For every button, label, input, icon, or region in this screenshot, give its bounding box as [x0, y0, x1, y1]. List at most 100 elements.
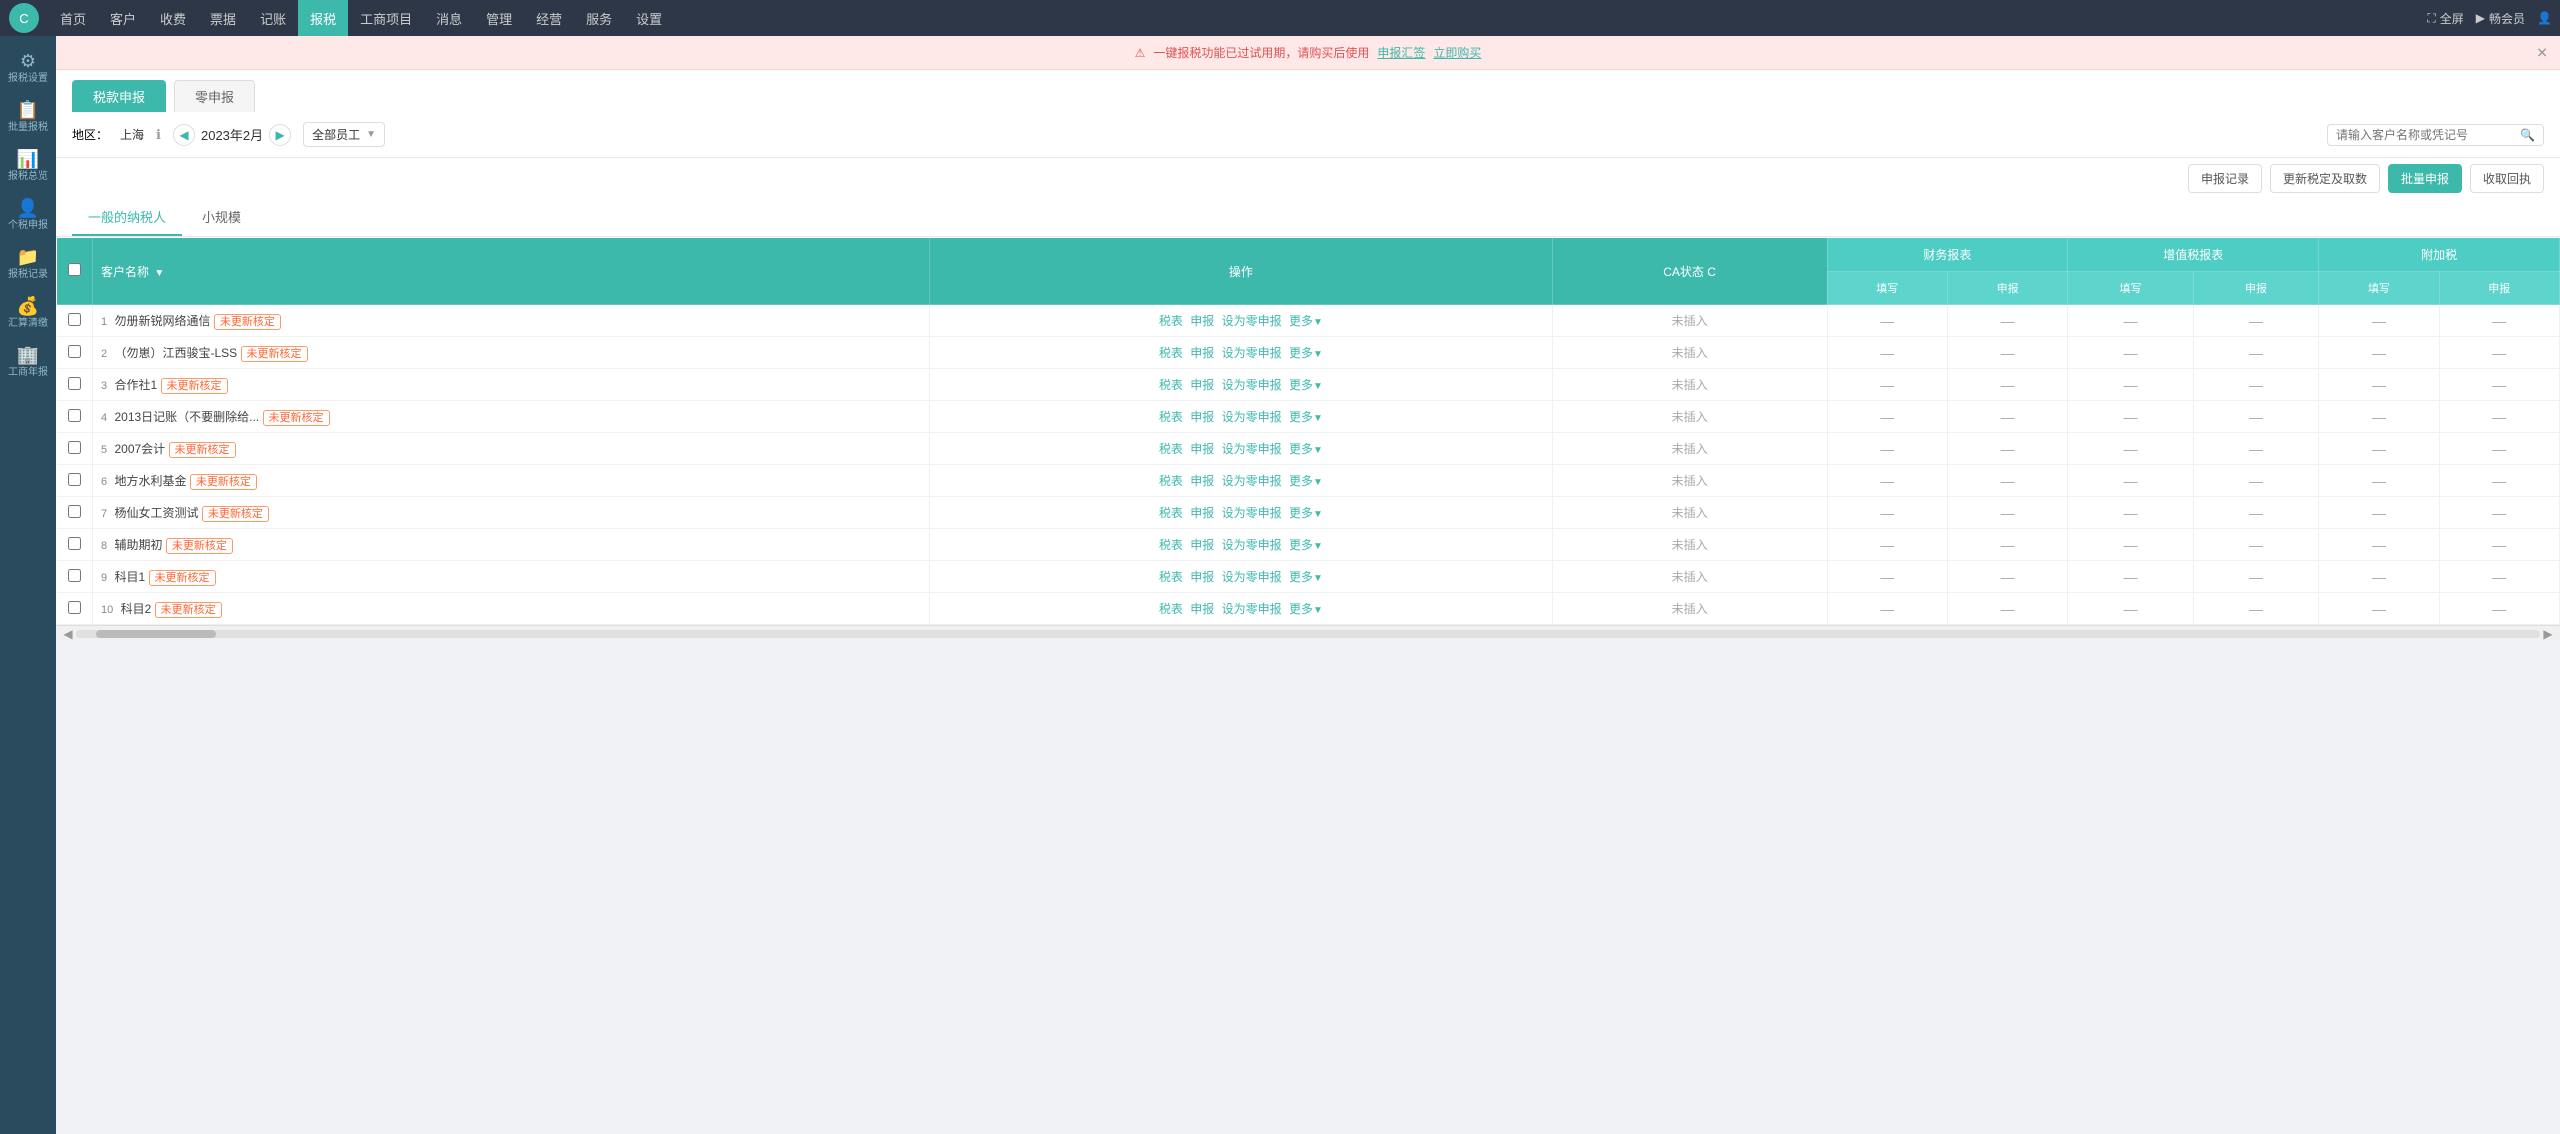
- op-tax-form[interactable]: 税表: [1159, 314, 1183, 328]
- nav-billing[interactable]: 收费: [148, 0, 198, 36]
- sidebar-item-batch-tax[interactable]: 📋 批量报税: [0, 93, 56, 142]
- op-tax-form[interactable]: 税表: [1159, 602, 1183, 616]
- scroll-left-btn[interactable]: ◀: [60, 627, 76, 641]
- op-submit[interactable]: 申报: [1190, 474, 1214, 488]
- nav-management[interactable]: 管理: [474, 0, 524, 36]
- info-icon[interactable]: ℹ: [156, 127, 161, 143]
- nav-message[interactable]: 消息: [424, 0, 474, 36]
- op-submit[interactable]: 申报: [1190, 538, 1214, 552]
- tab-small-scale[interactable]: 小规模: [186, 199, 257, 236]
- row-checkbox-6[interactable]: [68, 505, 81, 518]
- op-set-zero[interactable]: 设为零申报: [1222, 474, 1282, 488]
- horizontal-scrollbar[interactable]: ◀ ▶: [56, 625, 2560, 641]
- op-more[interactable]: 更多▼: [1289, 346, 1323, 360]
- fullscreen-btn[interactable]: ⛶ 全屏: [2427, 10, 2463, 27]
- op-set-zero[interactable]: 设为零申报: [1222, 346, 1282, 360]
- declaration-records-btn[interactable]: 申报记录: [2188, 164, 2262, 193]
- collect-receipt-btn[interactable]: 收取回执: [2470, 164, 2544, 193]
- row-checkbox-8[interactable]: [68, 569, 81, 582]
- status-badge[interactable]: 未更新核定: [161, 378, 228, 394]
- op-tax-form[interactable]: 税表: [1159, 378, 1183, 392]
- status-badge[interactable]: 未更新核定: [241, 346, 308, 362]
- date-prev-btn[interactable]: ◀: [173, 124, 195, 146]
- nav-client[interactable]: 客户: [98, 0, 148, 36]
- scroll-right-btn[interactable]: ▶: [2540, 627, 2556, 641]
- op-set-zero[interactable]: 设为零申报: [1222, 538, 1282, 552]
- op-tax-form[interactable]: 税表: [1159, 474, 1183, 488]
- op-submit[interactable]: 申报: [1190, 346, 1214, 360]
- op-set-zero[interactable]: 设为零申报: [1222, 506, 1282, 520]
- op-tax-form[interactable]: 税表: [1159, 538, 1183, 552]
- op-submit[interactable]: 申报: [1190, 602, 1214, 616]
- op-set-zero[interactable]: 设为零申报: [1222, 442, 1282, 456]
- status-badge[interactable]: 未更新核定: [190, 474, 257, 490]
- op-tax-form[interactable]: 税表: [1159, 570, 1183, 584]
- op-more[interactable]: 更多▼: [1289, 442, 1323, 456]
- scroll-thumb[interactable]: [96, 630, 216, 638]
- op-submit[interactable]: 申报: [1190, 314, 1214, 328]
- op-submit[interactable]: 申报: [1190, 410, 1214, 424]
- op-tax-form[interactable]: 税表: [1159, 506, 1183, 520]
- nav-business[interactable]: 工商项目: [348, 0, 424, 36]
- status-badge[interactable]: 未更新核定: [202, 506, 269, 522]
- op-submit[interactable]: 申报: [1190, 506, 1214, 520]
- nav-tax[interactable]: 报税: [298, 0, 348, 36]
- status-badge[interactable]: 未更新核定: [263, 410, 330, 426]
- staff-selector[interactable]: 全部员工 ▼: [303, 122, 385, 147]
- nav-invoice[interactable]: 票据: [198, 0, 248, 36]
- op-more[interactable]: 更多▼: [1289, 570, 1323, 584]
- date-next-btn[interactable]: ▶: [269, 124, 291, 146]
- sidebar-item-settlement[interactable]: 💰 汇算清缴: [0, 289, 56, 338]
- status-badge[interactable]: 未更新核定: [166, 538, 233, 554]
- tab-general-taxpayer[interactable]: 一般的纳税人: [72, 199, 182, 236]
- op-tax-form[interactable]: 税表: [1159, 410, 1183, 424]
- op-submit[interactable]: 申报: [1190, 442, 1214, 456]
- check-all-checkbox[interactable]: [68, 263, 81, 276]
- op-more[interactable]: 更多▼: [1289, 506, 1323, 520]
- row-checkbox-5[interactable]: [68, 473, 81, 486]
- op-more[interactable]: 更多▼: [1289, 602, 1323, 616]
- op-more[interactable]: 更多▼: [1289, 538, 1323, 552]
- op-submit[interactable]: 申报: [1190, 378, 1214, 392]
- logo[interactable]: C: [8, 2, 40, 34]
- op-set-zero[interactable]: 设为零申报: [1222, 378, 1282, 392]
- row-checkbox-4[interactable]: [68, 441, 81, 454]
- sidebar-item-tax-records[interactable]: 📁 报税记录: [0, 240, 56, 289]
- op-more[interactable]: 更多▼: [1289, 314, 1323, 328]
- tab-zero-declaration[interactable]: 零申报: [174, 80, 255, 112]
- op-set-zero[interactable]: 设为零申报: [1222, 570, 1282, 584]
- status-badge[interactable]: 未更新核定: [149, 570, 216, 586]
- op-set-zero[interactable]: 设为零申报: [1222, 410, 1282, 424]
- row-checkbox-9[interactable]: [68, 601, 81, 614]
- nav-settings[interactable]: 设置: [624, 0, 674, 36]
- search-icon[interactable]: 🔍: [2520, 128, 2535, 142]
- batch-submit-btn[interactable]: 批量申报: [2388, 164, 2462, 193]
- avatar[interactable]: 👤: [2537, 11, 2552, 25]
- op-tax-form[interactable]: 税表: [1159, 442, 1183, 456]
- op-set-zero[interactable]: 设为零申报: [1222, 602, 1282, 616]
- op-submit[interactable]: 申报: [1190, 570, 1214, 584]
- sort-icon[interactable]: ▼: [154, 268, 164, 279]
- sidebar-item-tax-overview[interactable]: 📊 报税总览: [0, 142, 56, 191]
- status-badge[interactable]: 未更新核定: [169, 442, 236, 458]
- sidebar-item-personal-tax[interactable]: 👤 个税申报: [0, 191, 56, 240]
- op-more[interactable]: 更多▼: [1289, 474, 1323, 488]
- banner-link-buy[interactable]: 立即购买: [1433, 44, 1481, 61]
- op-set-zero[interactable]: 设为零申报: [1222, 314, 1282, 328]
- op-more[interactable]: 更多▼: [1289, 378, 1323, 392]
- row-checkbox-0[interactable]: [68, 313, 81, 326]
- row-checkbox-3[interactable]: [68, 409, 81, 422]
- update-tax-btn[interactable]: 更新税定及取数: [2270, 164, 2380, 193]
- nav-home[interactable]: 首页: [48, 0, 98, 36]
- client-search-input[interactable]: [2336, 128, 2516, 142]
- row-checkbox-1[interactable]: [68, 345, 81, 358]
- nav-operations[interactable]: 经营: [524, 0, 574, 36]
- nav-service[interactable]: 服务: [574, 0, 624, 36]
- row-checkbox-2[interactable]: [68, 377, 81, 390]
- row-checkbox-7[interactable]: [68, 537, 81, 550]
- tab-tax-declaration[interactable]: 税款申报: [72, 80, 166, 112]
- banner-link-report[interactable]: 申报汇签: [1377, 44, 1425, 61]
- status-badge[interactable]: 未更新核定: [214, 314, 281, 330]
- upgrade-btn[interactable]: ▶ 畅会员: [2476, 10, 2525, 27]
- status-badge[interactable]: 未更新核定: [155, 602, 222, 618]
